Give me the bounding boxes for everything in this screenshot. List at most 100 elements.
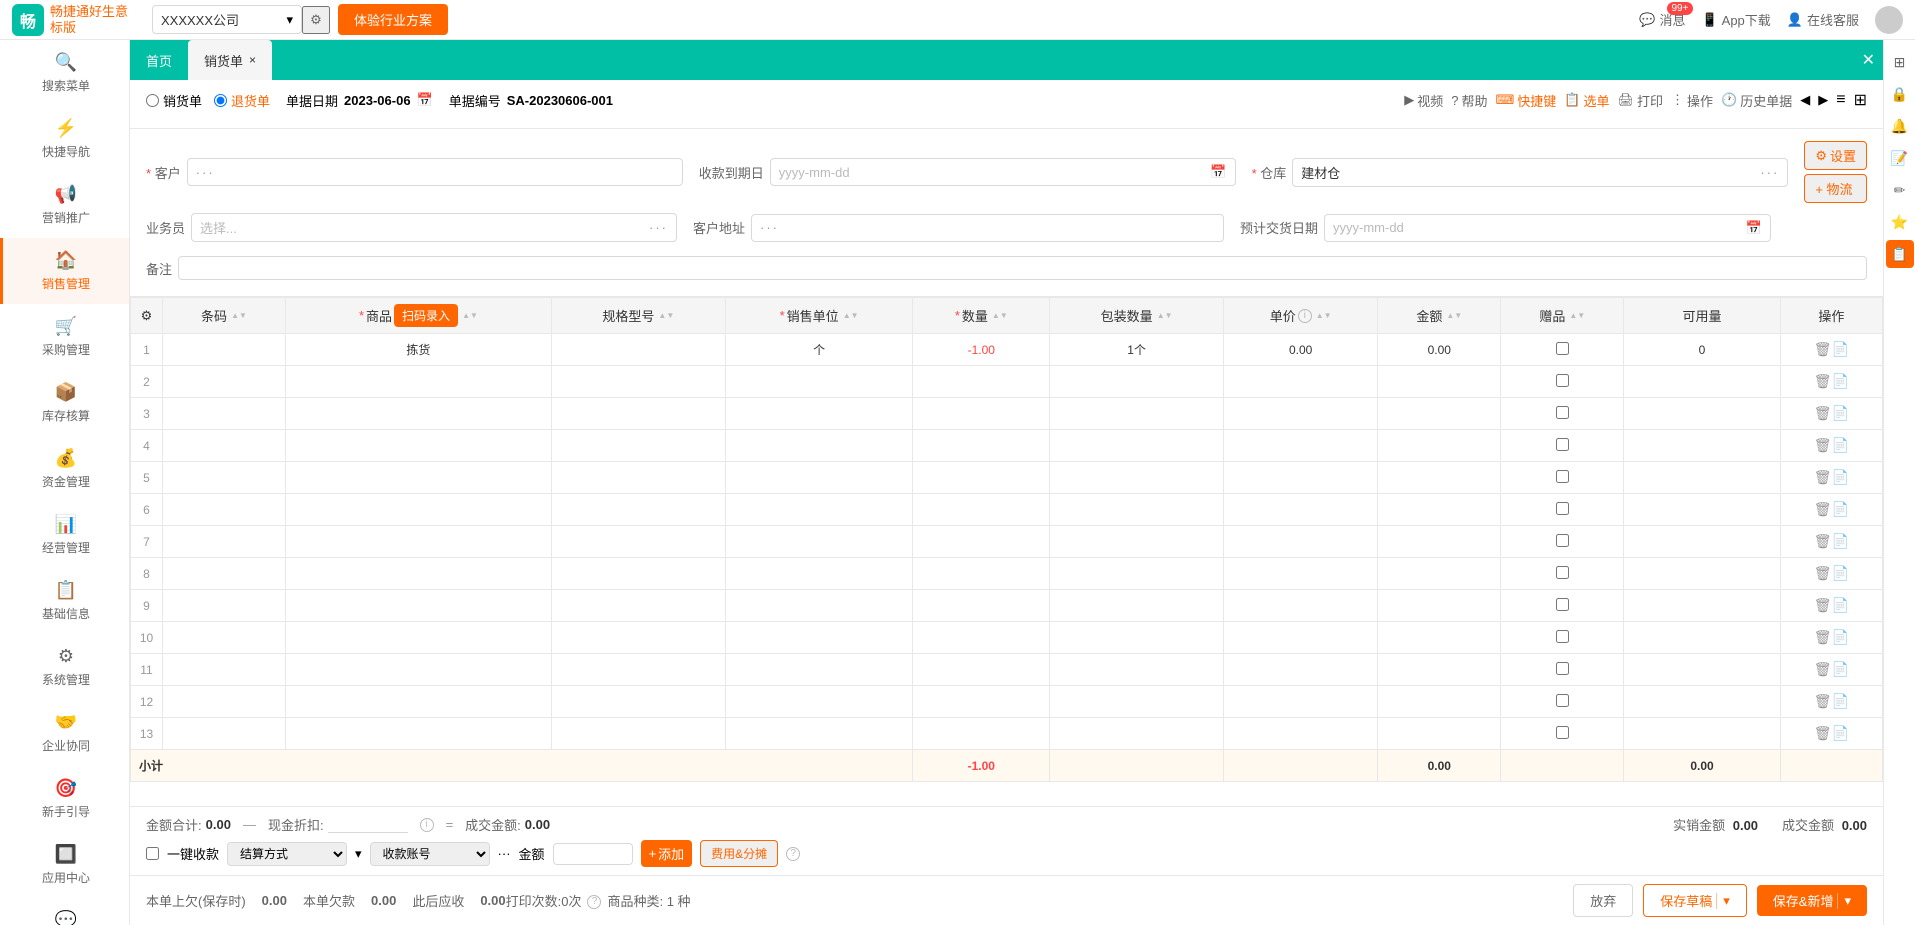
cell-gift[interactable] xyxy=(1501,526,1624,558)
cell-unit[interactable] xyxy=(725,686,913,718)
delete-icon[interactable]: 🗑 xyxy=(1814,501,1832,517)
cell-amount[interactable] xyxy=(1378,558,1501,590)
sidebar-item-cooperation[interactable]: 🤝 企业协同 xyxy=(0,700,129,766)
tab-home[interactable]: 首页 xyxy=(130,40,188,80)
avatar[interactable] xyxy=(1875,6,1903,34)
delete-icon[interactable]: 🗑 xyxy=(1814,565,1832,581)
gift-checkbox[interactable] xyxy=(1556,374,1569,387)
save-new-arrow-icon[interactable]: ▾ xyxy=(1837,893,1851,909)
sidebar-item-guide[interactable]: 🎯 新手引导 xyxy=(0,766,129,832)
cell-unit[interactable] xyxy=(725,494,913,526)
right-tool-2[interactable]: 🔒 xyxy=(1886,80,1914,108)
gift-checkbox[interactable] xyxy=(1556,470,1569,483)
ops-btn[interactable]: ⋮ 操作 xyxy=(1671,91,1713,110)
cell-gift[interactable] xyxy=(1501,654,1624,686)
cell-product[interactable] xyxy=(285,718,551,750)
payment-amount-input[interactable] xyxy=(553,843,633,865)
copy-icon[interactable]: 📄 xyxy=(1832,565,1849,581)
sort-icon[interactable]: ▲▼ xyxy=(843,312,859,320)
copy-icon[interactable]: 📄 xyxy=(1832,597,1849,613)
gift-checkbox[interactable] xyxy=(1556,694,1569,707)
cell-unit[interactable] xyxy=(725,590,913,622)
cell-product[interactable] xyxy=(285,398,551,430)
cell-price[interactable]: 0.00 xyxy=(1224,334,1378,366)
cell-product[interactable] xyxy=(285,686,551,718)
customer-input[interactable]: ··· xyxy=(187,158,683,186)
right-tool-3[interactable]: 🔔 xyxy=(1886,112,1914,140)
customer-address-input[interactable]: ··· xyxy=(751,214,1224,242)
grid-view-icon[interactable]: ⊞ xyxy=(1854,90,1867,110)
copy-icon[interactable]: 📄 xyxy=(1832,693,1849,709)
gift-checkbox[interactable] xyxy=(1556,630,1569,643)
cell-spec[interactable] xyxy=(551,590,725,622)
cell-product[interactable] xyxy=(285,526,551,558)
prev-icon[interactable]: ◀ xyxy=(1800,92,1810,108)
list-view-icon[interactable]: ≡ xyxy=(1836,91,1845,109)
cell-barcode[interactable] xyxy=(163,494,286,526)
cell-amount[interactable] xyxy=(1378,462,1501,494)
cell-spec[interactable] xyxy=(551,366,725,398)
cell-qty[interactable] xyxy=(913,686,1050,718)
cell-price[interactable] xyxy=(1224,526,1378,558)
cell-product[interactable] xyxy=(285,494,551,526)
cell-amount[interactable] xyxy=(1378,526,1501,558)
delete-icon[interactable]: 🗑 xyxy=(1814,341,1832,357)
save-draft-arrow-icon[interactable]: ▾ xyxy=(1716,893,1730,909)
cell-gift[interactable] xyxy=(1501,398,1624,430)
cell-product[interactable] xyxy=(285,366,551,398)
sort-icon[interactable]: ▲▼ xyxy=(231,312,247,320)
cell-barcode[interactable] xyxy=(163,398,286,430)
cell-gift[interactable] xyxy=(1501,334,1624,366)
tab-sales-order[interactable]: 销货单 × xyxy=(188,40,272,80)
cell-barcode[interactable] xyxy=(163,590,286,622)
cell-qty[interactable] xyxy=(913,398,1050,430)
copy-icon[interactable]: 📄 xyxy=(1832,533,1849,549)
cell-amount[interactable] xyxy=(1378,686,1501,718)
cell-pack-qty[interactable] xyxy=(1050,558,1224,590)
cell-barcode[interactable] xyxy=(163,462,286,494)
cell-product[interactable] xyxy=(285,558,551,590)
sidebar-item-sales[interactable]: 🏠 销售管理 xyxy=(0,238,129,304)
cell-barcode[interactable] xyxy=(163,686,286,718)
delete-icon[interactable]: 🗑 xyxy=(1814,405,1832,421)
save-draft-button[interactable]: 保存草稿 ▾ xyxy=(1643,884,1747,917)
cell-amount[interactable] xyxy=(1378,494,1501,526)
sidebar-item-system[interactable]: ⚙ 系统管理 xyxy=(0,634,129,700)
delete-icon[interactable]: 🗑 xyxy=(1814,373,1832,389)
cell-barcode[interactable] xyxy=(163,654,286,686)
sort-icon[interactable]: ▲▼ xyxy=(658,312,674,320)
discount-input[interactable] xyxy=(328,817,408,833)
cell-barcode[interactable] xyxy=(163,366,286,398)
gift-checkbox[interactable] xyxy=(1556,726,1569,739)
cell-product[interactable] xyxy=(285,622,551,654)
sidebar-item-basic-info[interactable]: 📋 基础信息 xyxy=(0,568,129,634)
cell-barcode[interactable] xyxy=(163,718,286,750)
window-close-icon[interactable]: ✕ xyxy=(1862,52,1875,69)
company-selector[interactable]: XXXXXX公司 ▾ xyxy=(152,5,302,34)
cell-product[interactable] xyxy=(285,430,551,462)
right-tool-1[interactable]: ⊞ xyxy=(1886,48,1914,76)
settlement-method-select[interactable]: 结算方式 xyxy=(227,842,347,866)
fee-info-icon[interactable]: ? xyxy=(786,847,800,861)
cell-pack-qty[interactable] xyxy=(1050,590,1224,622)
discard-button[interactable]: 放弃 xyxy=(1573,884,1633,917)
cell-pack-qty[interactable] xyxy=(1050,366,1224,398)
cell-qty[interactable] xyxy=(913,462,1050,494)
gift-checkbox[interactable] xyxy=(1556,566,1569,579)
cell-amount[interactable] xyxy=(1378,622,1501,654)
cell-price[interactable] xyxy=(1224,430,1378,462)
cell-price[interactable] xyxy=(1224,462,1378,494)
cell-spec[interactable] xyxy=(551,558,725,590)
add-payment-button[interactable]: + 添加 xyxy=(641,840,693,867)
cell-unit[interactable] xyxy=(725,430,913,462)
cell-spec[interactable] xyxy=(551,462,725,494)
cell-unit[interactable] xyxy=(725,654,913,686)
cell-qty[interactable] xyxy=(913,718,1050,750)
copy-icon[interactable]: 📄 xyxy=(1832,469,1849,485)
cell-spec[interactable] xyxy=(551,334,725,366)
cell-price[interactable] xyxy=(1224,718,1378,750)
video-btn[interactable]: ▶ 视频 xyxy=(1404,91,1443,110)
gift-checkbox[interactable] xyxy=(1556,534,1569,547)
right-tool-7[interactable]: 📋 xyxy=(1886,240,1914,268)
cell-spec[interactable] xyxy=(551,686,725,718)
